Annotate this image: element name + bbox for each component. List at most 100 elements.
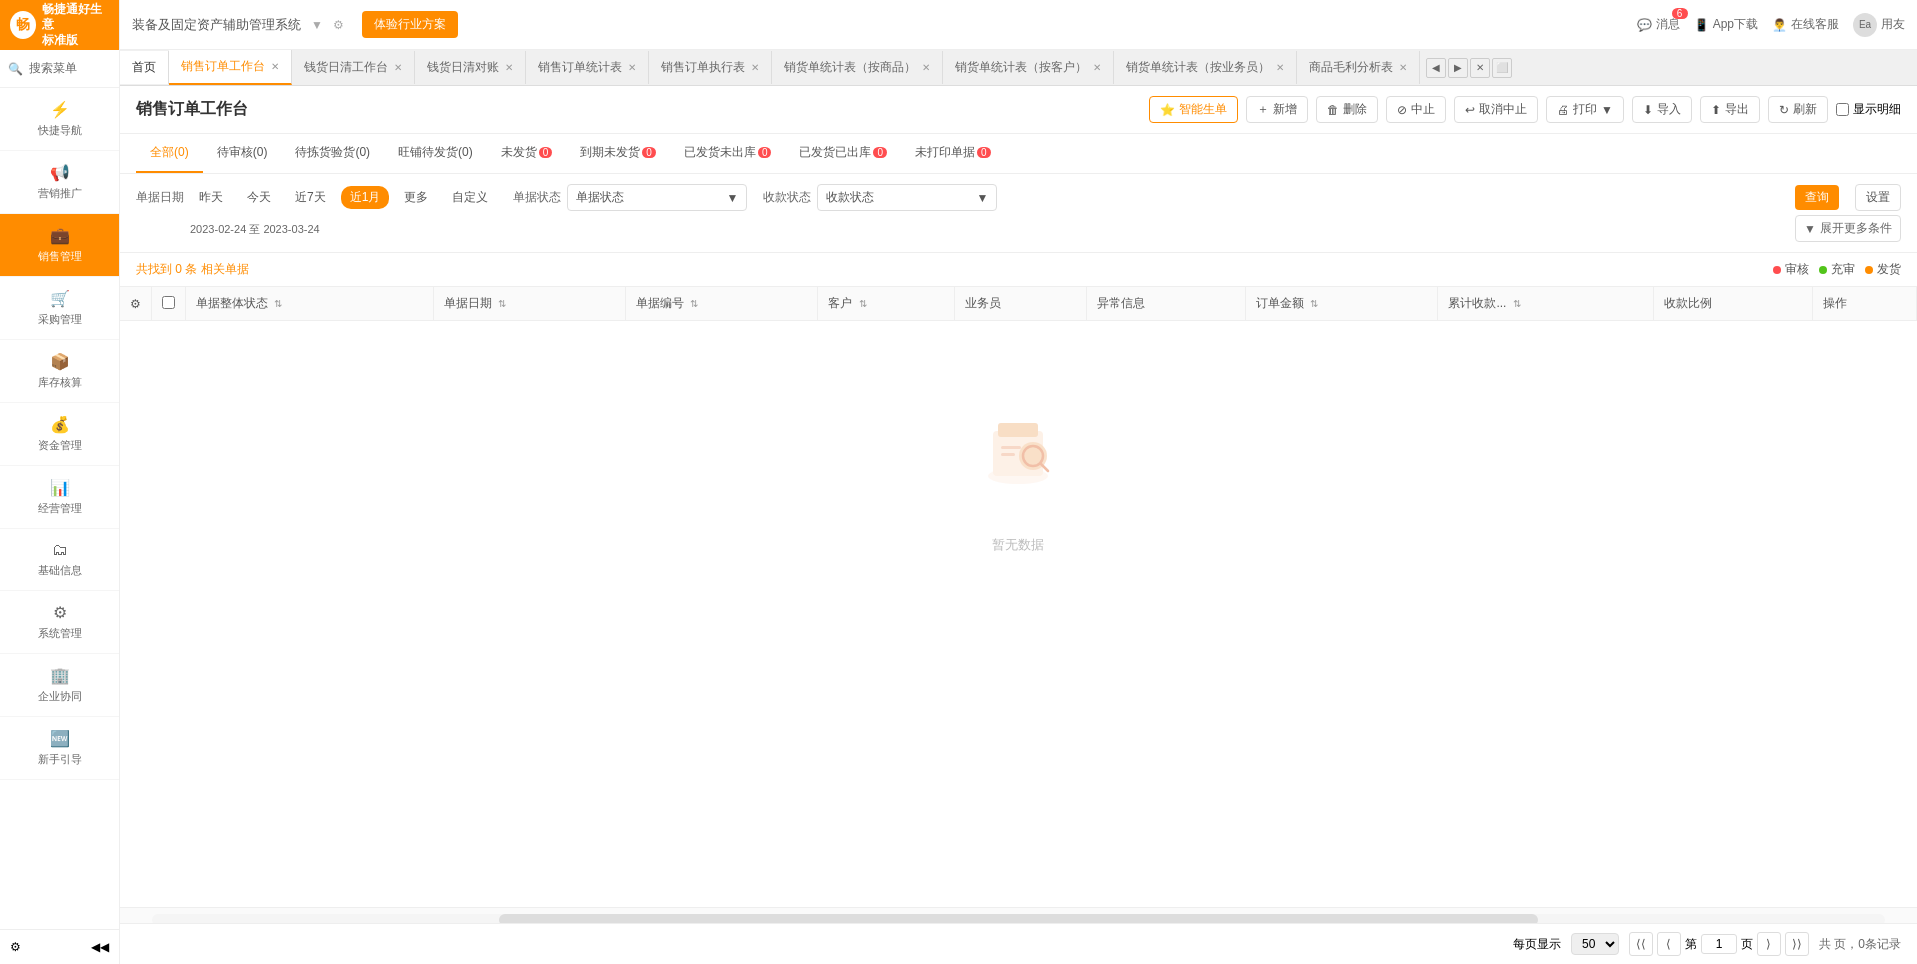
tab-sales-exec[interactable]: 销售订单执行表 ✕: [649, 51, 772, 84]
tab-sales-staff[interactable]: 销货单统计表（按业务员） ✕: [1114, 51, 1297, 84]
status-select[interactable]: 单据状态 ▼: [567, 184, 747, 211]
date-1month[interactable]: 近1月: [341, 186, 390, 209]
tab-sales-stats[interactable]: 销售订单统计表 ✕: [526, 51, 649, 84]
delete-btn[interactable]: 🗑 删除: [1316, 96, 1378, 123]
settings-icon[interactable]: ⚙: [10, 940, 21, 954]
revoke-quick-btn[interactable]: 充审: [1819, 261, 1855, 278]
date-more[interactable]: 更多: [395, 186, 437, 209]
subtab-not-printed[interactable]: 未打印单据0: [901, 134, 1005, 173]
page-size-select[interactable]: 50: [1571, 933, 1619, 955]
tab-close-cash-daily[interactable]: ✕: [394, 62, 402, 73]
export-btn[interactable]: ⬆ 导出: [1700, 96, 1760, 123]
tab-close-all-btn[interactable]: ✕: [1470, 58, 1490, 78]
subtab-not-shipped[interactable]: 未发货0: [487, 134, 567, 173]
sidebar-item-system[interactable]: ⚙ 系统管理: [0, 591, 119, 654]
ship-dot: [1865, 266, 1873, 274]
amount-sort-icon[interactable]: ⇅: [1310, 298, 1318, 309]
next-page-btn[interactable]: ⟩: [1757, 932, 1781, 956]
tab-close-sales-workbench[interactable]: ✕: [271, 61, 279, 72]
tab-cash-daily[interactable]: 钱货日清工作台 ✕: [292, 51, 415, 84]
cancel-suspend-btn[interactable]: ↩ 取消中止: [1454, 96, 1538, 123]
tab-maximize-btn[interactable]: ⬜: [1492, 58, 1512, 78]
date-today[interactable]: 今天: [238, 186, 280, 209]
subtab-wangpu[interactable]: 旺铺待发货(0): [384, 134, 487, 173]
subtab-shipped-not-in[interactable]: 已发货未出库0: [670, 134, 786, 173]
number-sort-icon[interactable]: ⇅: [690, 298, 698, 309]
user-action[interactable]: Ea 用友: [1853, 13, 1905, 37]
message-action[interactable]: 💬 消息 6: [1637, 16, 1680, 33]
search-menu[interactable]: 🔍 搜索菜单: [0, 50, 119, 88]
settings-btn[interactable]: 设置: [1855, 184, 1901, 211]
tab-gross-margin[interactable]: 商品毛利分析表 ✕: [1297, 51, 1420, 84]
subtab-pending-inspect[interactable]: 待拣货验货(0): [281, 134, 384, 173]
suspend-btn[interactable]: ⊘ 中止: [1386, 96, 1446, 123]
refresh-btn[interactable]: ↻ 刷新: [1768, 96, 1828, 123]
payment-select[interactable]: 收款状态 ▼: [817, 184, 997, 211]
date-sort-icon[interactable]: ⇅: [498, 298, 506, 309]
date-custom[interactable]: 自定义: [443, 186, 497, 209]
expand-filter-btn[interactable]: ▼ 展开更多条件: [1795, 215, 1901, 242]
select-all-checkbox[interactable]: [162, 296, 175, 309]
collected-sort-icon[interactable]: ⇅: [1513, 298, 1521, 309]
app-action[interactable]: 📱 App下载: [1694, 16, 1758, 33]
show-detail-checkbox[interactable]: 显示明细: [1836, 101, 1901, 118]
date-7days[interactable]: 近7天: [286, 186, 335, 209]
review-quick-btn[interactable]: 审核: [1773, 261, 1809, 278]
tab-close-sales-staff[interactable]: ✕: [1276, 62, 1284, 73]
collapse-icon[interactable]: ◀◀: [91, 940, 109, 954]
sidebar-item-operations[interactable]: 📊 经营管理: [0, 466, 119, 529]
tab-close-sales-exec[interactable]: ✕: [751, 62, 759, 73]
date-yesterday[interactable]: 昨天: [190, 186, 232, 209]
smart-create-btn[interactable]: ⭐ 智能生单: [1149, 96, 1238, 123]
tab-nav: ◀ ▶ ✕ ⬜: [1420, 58, 1518, 78]
industry-btn[interactable]: 体验行业方案: [362, 11, 458, 38]
tab-close-gross-margin[interactable]: ✕: [1399, 62, 1407, 73]
tab-close-sales-stats[interactable]: ✕: [628, 62, 636, 73]
quick-actions: 审核 充审 发货: [1773, 261, 1901, 278]
ship-quick-btn[interactable]: 发货: [1865, 261, 1901, 278]
tab-close-sales-product[interactable]: ✕: [922, 62, 930, 73]
tab-sales-product[interactable]: 销货单统计表（按商品） ✕: [772, 51, 943, 84]
prev-page-btn[interactable]: ⟨: [1657, 932, 1681, 956]
sidebar-item-inventory[interactable]: 📦 库存核算: [0, 340, 119, 403]
sidebar-item-basic-info[interactable]: 🗂 基础信息: [0, 529, 119, 591]
tab-sales-workbench[interactable]: 销售订单工作台 ✕: [169, 50, 292, 85]
sidebar-item-marketing[interactable]: 📢 营销推广: [0, 151, 119, 214]
col-settings[interactable]: ⚙: [120, 287, 152, 321]
add-btn[interactable]: ＋ 新增: [1246, 96, 1308, 123]
first-page-btn[interactable]: ⟨⟨: [1629, 932, 1653, 956]
import-btn[interactable]: ⬇ 导入: [1632, 96, 1692, 123]
filter-row: 单据日期 昨天 今天 近7天 近1月 更多 自定义 单据状态 单据状态 ▼: [136, 184, 1901, 211]
tab-next-btn[interactable]: ▶: [1448, 58, 1468, 78]
sidebar-item-guide[interactable]: 🆕 新手引导: [0, 717, 119, 780]
tab-close-sales-customer[interactable]: ✕: [1093, 62, 1101, 73]
subtab-shipped-out[interactable]: 已发货已出库0: [785, 134, 901, 173]
topbar-dropdown-icon[interactable]: ▼: [311, 18, 323, 32]
sidebar-item-finance[interactable]: 💰 资金管理: [0, 403, 119, 466]
main-area: 装备及固定资产辅助管理系统 ▼ ⚙ 体验行业方案 💬 消息 6 📱 App下载 …: [120, 0, 1917, 964]
tab-cash-reconcile[interactable]: 钱货日清对账 ✕: [415, 51, 526, 84]
subtab-expired-not-shipped[interactable]: 到期未发货0: [566, 134, 670, 173]
show-detail-input[interactable]: [1836, 103, 1849, 116]
topbar-gear-icon[interactable]: ⚙: [333, 18, 344, 32]
sidebar-item-purchase[interactable]: 🛒 采购管理: [0, 277, 119, 340]
customer-sort-icon[interactable]: ⇅: [859, 298, 867, 309]
tab-close-cash-reconcile[interactable]: ✕: [505, 62, 513, 73]
col-number: 单据编号 ⇅: [626, 287, 818, 321]
sidebar-item-sales[interactable]: 💼 销售管理: [0, 214, 119, 277]
content-area: 销售订单工作台 ⭐ 智能生单 ＋ 新增 🗑 删除 ⊘ 中止: [120, 86, 1917, 964]
subtab-pending-review[interactable]: 待审核(0): [203, 134, 282, 173]
tab-home[interactable]: 首页: [120, 51, 169, 84]
print-btn[interactable]: 🖨 打印 ▼: [1546, 96, 1624, 123]
subtab-all[interactable]: 全部(0): [136, 134, 203, 173]
tab-prev-btn[interactable]: ◀: [1426, 58, 1446, 78]
current-page-input[interactable]: [1701, 934, 1737, 954]
search-btn[interactable]: 查询: [1795, 185, 1839, 210]
status-sort-icon[interactable]: ⇅: [274, 298, 282, 309]
service-action[interactable]: 👨‍💼 在线客服: [1772, 16, 1839, 33]
tab-sales-customer[interactable]: 销货单统计表（按客户） ✕: [943, 51, 1114, 84]
col-checkbox[interactable]: [152, 287, 186, 321]
last-page-btn[interactable]: ⟩⟩: [1785, 932, 1809, 956]
sidebar-item-quick-nav[interactable]: ⚡ 快捷导航: [0, 88, 119, 151]
sidebar-item-enterprise[interactable]: 🏢 企业协同: [0, 654, 119, 717]
